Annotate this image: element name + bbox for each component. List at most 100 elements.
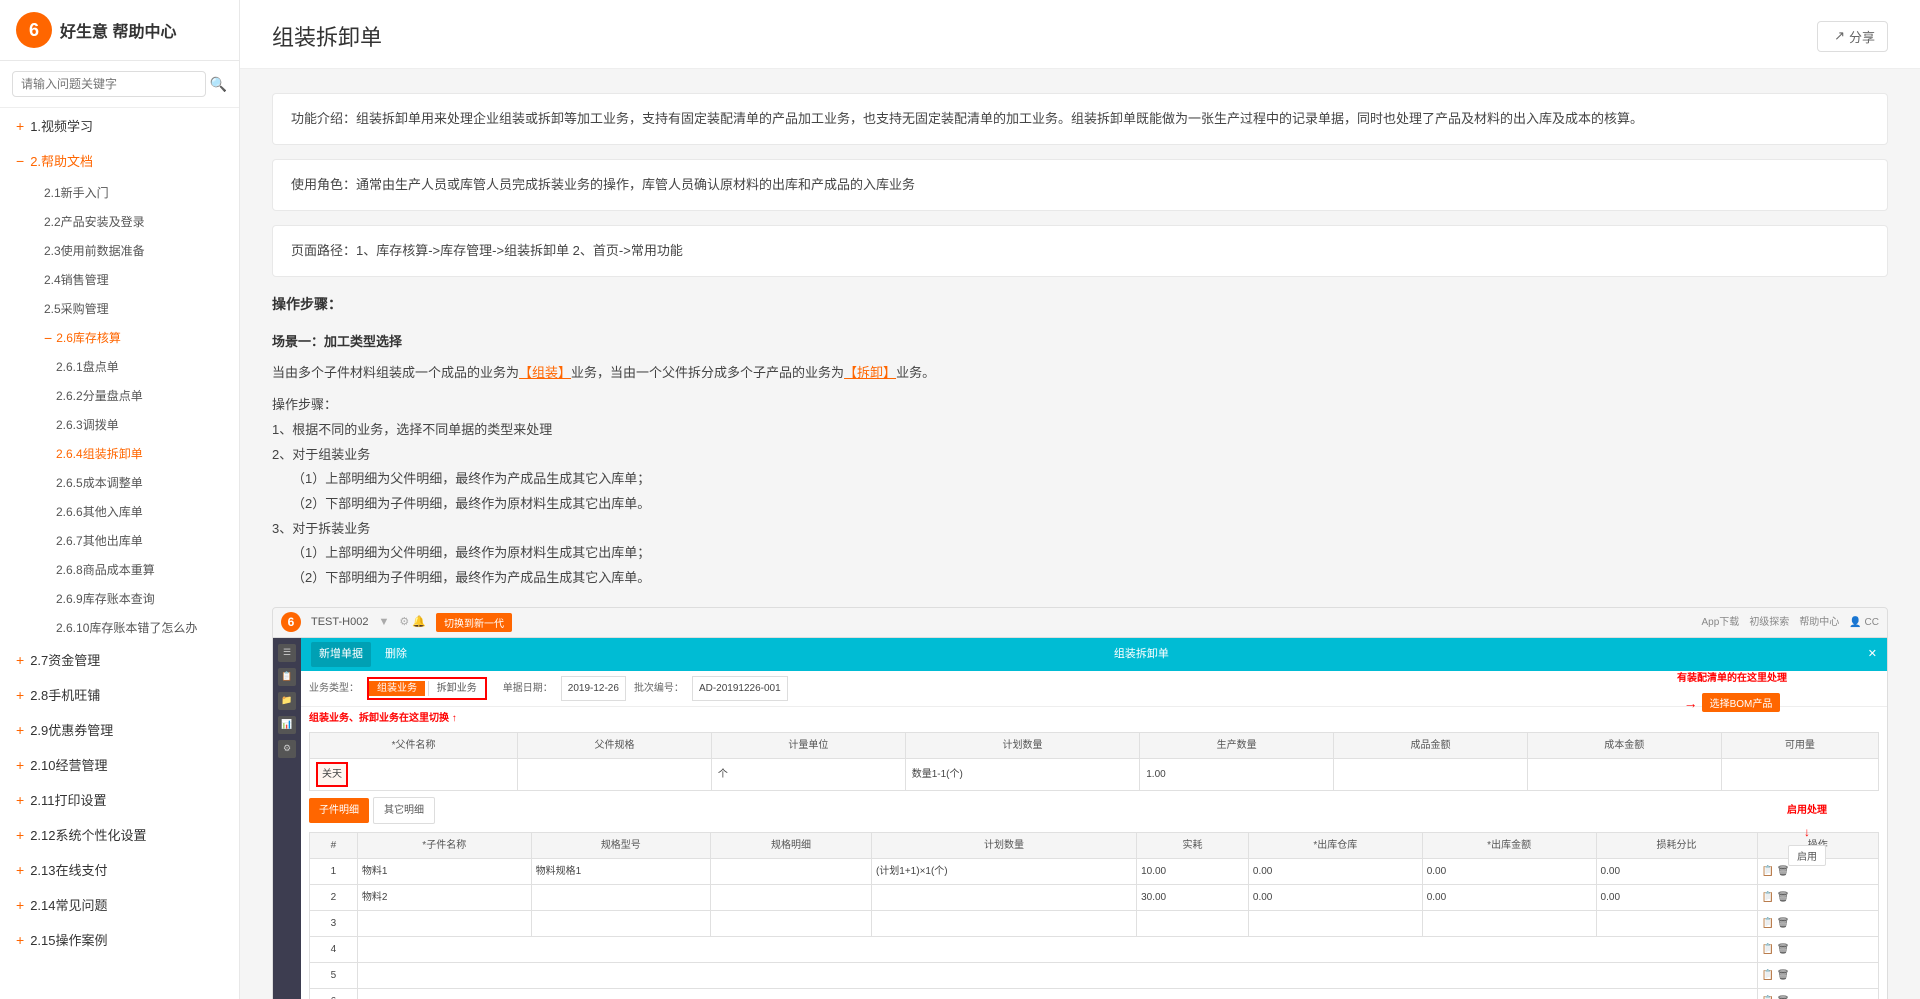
- screenshot-tab-delete[interactable]: 删除: [377, 642, 415, 667]
- share-label: 分享: [1849, 27, 1875, 46]
- lower-td-actual-1: 10.00: [1137, 858, 1249, 884]
- screenshot-tab-new[interactable]: 新增单据: [311, 642, 371, 667]
- share-button[interactable]: ↗ 分享: [1817, 21, 1888, 52]
- sidebar-item-2-3[interactable]: 2.3使用前数据准备: [20, 236, 239, 265]
- lower-td-op-5: 📋 🗑: [1757, 962, 1878, 988]
- lower-td-actual-2: 30.00: [1137, 884, 1249, 910]
- screenshot-company: TEST-H002: [311, 612, 368, 633]
- sidebar-item-2-6-10[interactable]: 2.6.10库存账本错了怎么办: [32, 613, 239, 642]
- nav-path-text: 页面路径：1、库存核算->库存管理->组装拆卸单 2、首页->常用功能: [291, 243, 683, 258]
- lower-td-name-2: 物料2: [357, 884, 531, 910]
- sidebar-item-2-14[interactable]: + 2.14常见问题: [0, 887, 239, 922]
- lower-td-seq-6: 6: [310, 988, 358, 999]
- sidebar-item-2-6-8[interactable]: 2.6.8商品成本重算: [32, 555, 239, 584]
- feature-intro-text: 功能介绍：组装拆卸单用来处理企业组装或拆卸等加工业务，支持有固定装配清单的产品加…: [291, 111, 1643, 126]
- lower-td-seq-2: 2: [310, 884, 358, 910]
- operation-steps-label: 操作步骤：: [272, 291, 1888, 318]
- sidebar-item-video[interactable]: + 1.视频学习: [0, 108, 239, 143]
- lower-th-amount: *出库金额: [1422, 832, 1596, 858]
- screenshot-enable-btn[interactable]: 启用: [1788, 845, 1826, 866]
- form-label-date: 单据日期：: [503, 679, 553, 698]
- sidebar-item-2-6-3[interactable]: 2.6.3调拨单: [32, 410, 239, 439]
- upper-td-planned-1: 数量1-1(个): [905, 758, 1140, 790]
- lower-td-spec-1: 物料规格1: [531, 858, 710, 884]
- sidebar-sub-2-6: 2.6.1盘点单 2.6.2分量盘点单 2.6.3调拨单 2.6.4组装拆卸单 …: [20, 352, 239, 642]
- lower-td-seq-1: 1: [310, 858, 358, 884]
- sidebar-header: 6 好生意 帮助中心: [0, 0, 239, 61]
- sidebar-item-2-5[interactable]: 2.5采购管理: [20, 294, 239, 323]
- sidebar-item-2-11[interactable]: + 2.11打印设置: [0, 782, 239, 817]
- screenshot-sub-tab-active[interactable]: 子件明细: [309, 798, 369, 823]
- lower-td-amt-1: 0.00: [1422, 858, 1596, 884]
- sidebar-item-2-6-6[interactable]: 2.6.6其他入库单: [32, 497, 239, 526]
- screenshot-topbar-right: App下载 初级探索 帮助中心 👤 CC: [1702, 613, 1879, 632]
- screenshot-close-btn[interactable]: ✕: [1868, 644, 1877, 665]
- step2-text: 2、对于组装业务: [272, 443, 1888, 468]
- upper-th-planned-qty: 计划数量: [905, 732, 1140, 758]
- form-type-btn-disassemble[interactable]: 拆卸业务: [428, 681, 485, 696]
- screenshot-nav-icon-5: ⚙: [278, 740, 296, 758]
- sidebar-item-2-6-9[interactable]: 2.6.9库存账本查询: [32, 584, 239, 613]
- sidebar-item-2-13[interactable]: + 2.13在线支付: [0, 852, 239, 887]
- sidebar-item-2-12[interactable]: + 2.12系统个性化设置: [0, 817, 239, 852]
- content-body: 功能介绍：组装拆卸单用来处理企业组装或拆卸等加工业务，支持有固定装配清单的产品加…: [240, 69, 1920, 999]
- sidebar-item-2-1[interactable]: 2.1新手入门: [20, 178, 239, 207]
- form-label-type: 业务类型：: [309, 679, 359, 698]
- form-type-btn-assemble[interactable]: 组装业务: [369, 681, 425, 696]
- search-icon[interactable]: 🔍: [210, 76, 227, 93]
- annotation-arrow-enable: ↓: [1787, 821, 1827, 844]
- annotation-type-switch-text: 组装业务、拆卸业务在这里切换: [309, 713, 449, 724]
- lower-td-seq-5: 5: [310, 962, 358, 988]
- upper-th-unit: 计量单位: [711, 732, 905, 758]
- expand-icon: +: [16, 118, 24, 134]
- screenshot-switch-btn[interactable]: 切换到新一代: [436, 613, 512, 632]
- lower-td-op-6: 📋 🗑: [1757, 988, 1878, 999]
- screenshot-sub-tabs: 子件明细 其它明细: [309, 797, 1879, 824]
- sidebar-item-2-8[interactable]: + 2.8手机旺铺: [0, 677, 239, 712]
- upper-table-row-1: 关天 个 数量1-1(个) 1.00: [310, 758, 1879, 790]
- screenshot-dropdown-icon: ▼: [378, 612, 389, 633]
- sidebar-item-2-15[interactable]: + 2.15操作案例: [0, 922, 239, 957]
- lower-td-seq-3: 3: [310, 910, 358, 936]
- screenshot-bom-btn[interactable]: 选择BOM产品: [1702, 693, 1781, 712]
- upper-td-name-1: 关天: [310, 758, 518, 790]
- search-input[interactable]: [12, 71, 206, 97]
- lower-td-amt-2: 0.00: [1422, 884, 1596, 910]
- sidebar-item-2-6[interactable]: − 2.6库存核算: [20, 323, 239, 352]
- search-box: 🔍: [0, 61, 239, 108]
- sidebar-sub-list-docs: 2.1新手入门 2.2产品安装及登录 2.3使用前数据准备 2.4销售管理 2.…: [0, 178, 239, 642]
- sidebar-item-2-2[interactable]: 2.2产品安装及登录: [20, 207, 239, 236]
- lower-td-name-1: 物料1: [357, 858, 531, 884]
- lower-td-name-3: [357, 910, 531, 936]
- sidebar-item-2-9[interactable]: + 2.9优惠券管理: [0, 712, 239, 747]
- upper-th-spec: 父件规格: [518, 732, 712, 758]
- lower-table-row-2: 2 物料2 30.00 0.00 0.00 0.00: [310, 884, 1879, 910]
- lower-td-plan-2: [871, 884, 1136, 910]
- sidebar-item-docs[interactable]: − 2.帮助文档: [0, 143, 239, 178]
- screenshot-left-nav: ☰ 📋 📁 📊 ⚙: [273, 638, 301, 999]
- sidebar-item-2-10[interactable]: + 2.10经营管理: [0, 747, 239, 782]
- sidebar-item-2-6-7[interactable]: 2.6.7其他出库单: [32, 526, 239, 555]
- sidebar-item-2-6-5[interactable]: 2.6.5成本调整单: [32, 468, 239, 497]
- role-desc-text: 使用角色：通常由生产人员或库管人员完成拆装业务的操作，库管人员确认原材料的出库和…: [291, 177, 915, 192]
- screenshot-help: 帮助中心: [1799, 613, 1839, 632]
- lower-td-loss-3: [1596, 910, 1757, 936]
- scene1-desc: 当由多个子件材料组装成一个成品的业务为【组装】业务，当由一个父件拆分成多个子产品…: [272, 361, 1888, 386]
- screenshot-title-right: 组装拆卸单: [1114, 644, 1169, 665]
- lower-td-plan-3: [871, 910, 1136, 936]
- sidebar-item-2-6-1[interactable]: 2.6.1盘点单: [32, 352, 239, 381]
- screenshot-nav-icon-2: 📋: [278, 668, 296, 686]
- page-title: 组装拆卸单: [272, 20, 382, 52]
- screenshot-body: ☰ 📋 📁 📊 ⚙ 新增单据 删除: [273, 638, 1887, 999]
- steps-section: 操作步骤： 场景一：加工类型选择 当由多个子件材料组装成一个成品的业务为【组装】…: [272, 291, 1888, 999]
- lower-td-empty-6: [357, 988, 1757, 999]
- sidebar-item-2-4[interactable]: 2.4销售管理: [20, 265, 239, 294]
- share-icon: ↗: [1834, 28, 1845, 44]
- step3-1-text: （1）上部明细为父件明细，最终作为原材料生成其它出库单；: [272, 541, 1888, 566]
- screenshot-upper-table: *父件名称 父件规格 计量单位 计划数量 生产数量 成品金额 成本金额 可用量: [309, 732, 1879, 791]
- form-type-value-box: 组装业务 拆卸业务: [367, 677, 487, 700]
- sidebar-item-2-7[interactable]: + 2.7资金管理: [0, 642, 239, 677]
- sidebar-item-2-6-2[interactable]: 2.6.2分量盘点单: [32, 381, 239, 410]
- screenshot-sub-tab-2[interactable]: 其它明细: [373, 797, 435, 824]
- sidebar-item-2-6-4[interactable]: 2.6.4组装拆卸单: [32, 439, 239, 468]
